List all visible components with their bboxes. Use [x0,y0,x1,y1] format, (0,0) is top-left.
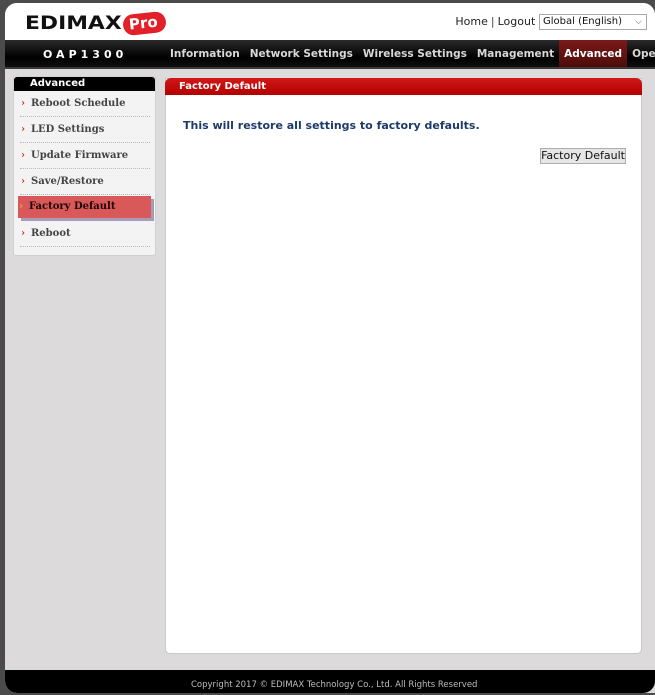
nav-management[interactable]: Management [472,40,559,69]
chevron-right-icon: › [21,150,25,161]
factory-default-button[interactable]: Factory Default [540,148,626,164]
header: EDIMAX Pro Home|Logout| Global (English)… [5,3,655,40]
sidebar-item-label: LED Settings [31,124,105,135]
nav-network-settings[interactable]: Network Settings [245,40,358,69]
chevron-right-icon: › [21,176,25,187]
main-nav: OAP1300 Information Network Settings Wir… [5,40,655,69]
model-name: OAP1300 [43,48,128,61]
nav-operation-mode[interactable]: Operation Mode [627,40,655,69]
nav-items: Information Network Settings Wireless Se… [165,40,655,69]
sidebar: Advanced › Reboot Schedule › LED Setting… [13,76,156,256]
chevron-right-icon: › [21,228,25,239]
sidebar-item-factory-default[interactable]: › Factory Default [18,196,151,218]
sidebar-item-label: Update Firmware [31,150,129,161]
content-panel: Factory Default This will restore all se… [165,78,642,654]
sidebar-title: Advanced [14,77,155,91]
edimax-logo: EDIMAX Pro [25,10,167,36]
copyright-text: Copyright 2017 © EDIMAX Technology Co., … [191,680,478,690]
nav-information[interactable]: Information [165,40,245,69]
sidebar-item-led-settings[interactable]: › LED Settings [20,118,150,143]
sidebar-item-update-firmware[interactable]: › Update Firmware [20,144,150,169]
chevron-right-icon: › [19,201,23,212]
home-link[interactable]: Home [455,15,487,28]
nav-wireless-settings[interactable]: Wireless Settings [358,40,472,69]
sidebar-item-label: Factory Default [29,201,116,212]
nav-advanced[interactable]: Advanced [559,40,628,69]
sidebar-item-label: Reboot Schedule [31,98,126,109]
chevron-right-icon: › [21,124,25,135]
logo-text: EDIMAX [25,12,122,34]
sidebar-item-label: Reboot [31,228,71,239]
chevron-right-icon: › [21,98,25,109]
panel-title: Factory Default [165,78,642,95]
logout-link[interactable]: Logout [498,15,536,28]
language-selected: Global (English) [543,16,622,27]
sidebar-item-reboot-schedule[interactable]: › Reboot Schedule [20,92,150,117]
top-links: Home|Logout| [455,15,545,28]
logo-pro-badge: Pro [122,10,167,36]
chevron-down-icon: ⌵ [635,17,642,27]
app-frame: EDIMAX Pro Home|Logout| Global (English)… [5,3,655,693]
restore-message: This will restore all settings to factor… [183,119,480,132]
sidebar-item-save-restore-settings[interactable]: › Save/Restore Settings [20,170,150,211]
link-separator: | [490,15,495,28]
language-select[interactable]: Global (English) ⌵ [539,14,647,30]
footer: Copyright 2017 © EDIMAX Technology Co., … [5,670,655,693]
sidebar-item-reboot[interactable]: › Reboot [20,222,150,247]
